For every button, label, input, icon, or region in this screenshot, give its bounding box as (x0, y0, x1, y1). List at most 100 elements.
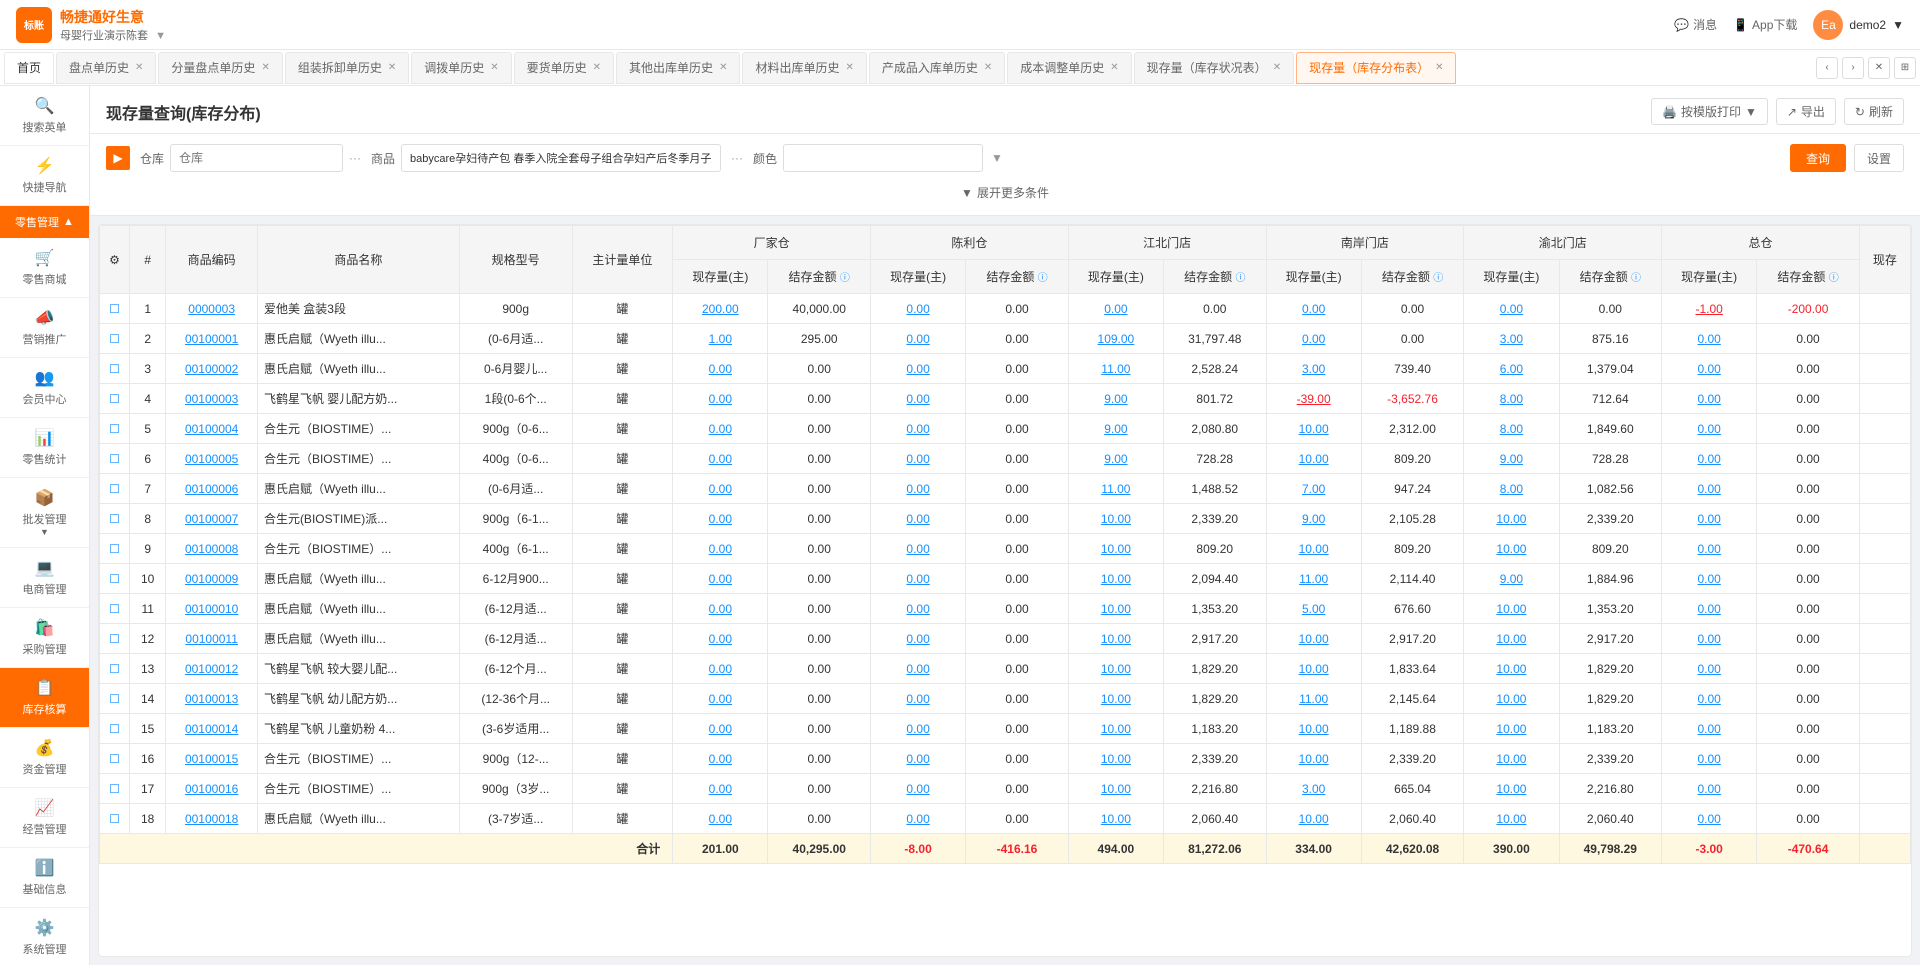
tab-home[interactable]: 首页 (4, 52, 54, 84)
sidebar-item-finance[interactable]: 💰 资金管理 (0, 728, 89, 788)
sidebar-item-quick-nav[interactable]: ⚡ 快捷导航 (0, 146, 89, 206)
th-goods-name: 商品名称 (257, 226, 459, 294)
sidebar-item-purchase[interactable]: 🛍️ 采购管理 (0, 608, 89, 668)
sidebar-item-basic[interactable]: ℹ️ 基础信息 (0, 848, 89, 908)
cell-checkbox[interactable]: ☐ (100, 804, 130, 834)
sidebar-item-wholesale[interactable]: 📦 批发管理 ▼ (0, 478, 89, 548)
shop-icon: 🛒 (4, 248, 85, 268)
tab-close-other-out[interactable]: ✕ (719, 62, 727, 73)
cell-jb-amount: 0.00 (1163, 294, 1266, 324)
tab-close-stock-status[interactable]: ✕ (1273, 62, 1281, 73)
export-btn[interactable]: ↗ 导出 (1776, 98, 1836, 125)
sidebar-item-retail-stats[interactable]: 📊 零售统计 (0, 418, 89, 478)
tab-stock-status[interactable]: 现存量（库存状况表） ✕ (1134, 52, 1294, 84)
cell-yb-amount: 1,829.20 (1559, 684, 1662, 714)
sidebar-item-retail-mgmt[interactable]: 零售管理 ▲ (0, 206, 89, 238)
tab-close-order[interactable]: ✕ (593, 62, 601, 73)
expand-conditions-btn[interactable]: ▼ 展开更多条件 (953, 180, 1057, 205)
cell-unit: 罐 (572, 624, 673, 654)
tab-close-stock-dist[interactable]: ✕ (1435, 62, 1443, 73)
cell-t-stock: -1.00 (1662, 294, 1757, 324)
cell-spec: 6-12月900... (459, 564, 572, 594)
sidebar-item-inventory[interactable]: 📋 库存核算 (0, 668, 89, 728)
warehouse-input[interactable] (170, 144, 343, 172)
tab-close-material-out[interactable]: ✕ (845, 62, 853, 73)
tab-next-btn[interactable]: › (1842, 57, 1864, 79)
cell-checkbox[interactable]: ☐ (100, 384, 130, 414)
user-info[interactable]: Ea demo2 ▼ (1813, 10, 1904, 40)
tab-close-cost-adj[interactable]: ✕ (1110, 62, 1118, 73)
sidebar-item-marketing[interactable]: 📣 营销推广 (0, 298, 89, 358)
sidebar-item-ecommerce[interactable]: 💻 电商管理 (0, 548, 89, 608)
cell-checkbox[interactable]: ☐ (100, 444, 130, 474)
warehouse-more-btn[interactable]: ··· (349, 151, 361, 165)
tab-combo-split[interactable]: 组装拆卸单历史 ✕ (285, 52, 409, 84)
table-row: ☐ 1 0000003 爱他美 盒装3段 900g 罐 200.00 40,00… (100, 294, 1911, 324)
cell-f-stock: 200.00 (673, 294, 768, 324)
refresh-btn[interactable]: ↻ 刷新 (1844, 98, 1904, 125)
print-btn[interactable]: 🖨️ 按模版打印 ▼ (1651, 98, 1768, 125)
cell-checkbox[interactable]: ☐ (100, 504, 130, 534)
tab-product-in[interactable]: 产成品入库单历史 ✕ (869, 52, 1005, 84)
tab-material-out[interactable]: 材料出库单历史 ✕ (742, 52, 866, 84)
table-row: ☐ 10 00100009 惠氏启赋（Wyeth illu... 6-12月90… (100, 564, 1911, 594)
sidebar-item-search[interactable]: 🔍 搜索英单 (0, 86, 89, 146)
tab-order[interactable]: 要货单历史 ✕ (514, 52, 614, 84)
cell-yb-stock: 10.00 (1464, 504, 1559, 534)
tab-other-out[interactable]: 其他出库单历史 ✕ (616, 52, 740, 84)
tab-close-stock-single[interactable]: ✕ (135, 62, 143, 73)
app-download-btn[interactable]: 📱 App下载 (1733, 16, 1797, 33)
tab-stock-single[interactable]: 盘点单历史 ✕ (56, 52, 156, 84)
cell-checkbox[interactable]: ☐ (100, 654, 130, 684)
goods-input[interactable] (401, 144, 721, 172)
action-buttons: 查询 设置 (1790, 144, 1904, 172)
th-gear[interactable]: ⚙ (100, 226, 130, 294)
tab-cost-adj[interactable]: 成本调整单历史 ✕ (1007, 52, 1131, 84)
cell-checkbox[interactable]: ☐ (100, 624, 130, 654)
cell-checkbox[interactable]: ☐ (100, 474, 130, 504)
cell-checkbox[interactable]: ☐ (100, 714, 130, 744)
tab-menu-btn[interactable]: ⊞ (1894, 57, 1916, 79)
tab-close-branch-stock[interactable]: ✕ (261, 62, 269, 73)
cell-current (1859, 444, 1910, 474)
cell-f-amount: 0.00 (768, 624, 871, 654)
tab-close-product-in[interactable]: ✕ (984, 62, 992, 73)
message-btn[interactable]: 💬 消息 (1674, 16, 1717, 33)
cell-name: 惠氏启赋（Wyeth illu... (257, 474, 459, 504)
tab-adjust[interactable]: 调拨单历史 ✕ (411, 52, 511, 84)
cell-code: 00100002 (166, 354, 258, 384)
sidebar-item-operations[interactable]: 📈 经营管理 (0, 788, 89, 848)
cell-c-stock: 0.00 (871, 534, 966, 564)
cell-checkbox[interactable]: ☐ (100, 684, 130, 714)
cell-checkbox[interactable]: ☐ (100, 564, 130, 594)
cell-jb-stock: 10.00 (1068, 624, 1163, 654)
cell-unit: 罐 (572, 714, 673, 744)
cell-checkbox[interactable]: ☐ (100, 294, 130, 324)
color-input[interactable] (783, 144, 983, 172)
query-btn[interactable]: 查询 (1790, 144, 1846, 172)
cell-t-amount: 0.00 (1757, 444, 1860, 474)
cell-checkbox[interactable]: ☐ (100, 744, 130, 774)
setting-btn[interactable]: 设置 (1854, 144, 1904, 172)
tab-prev-btn[interactable]: ‹ (1816, 57, 1838, 79)
sidebar-item-member[interactable]: 👥 会员中心 (0, 358, 89, 418)
cell-jb-stock: 11.00 (1068, 474, 1163, 504)
tab-close-adjust[interactable]: ✕ (490, 62, 498, 73)
cell-checkbox[interactable]: ☐ (100, 774, 130, 804)
sidebar-item-system[interactable]: ⚙️ 系统管理 (0, 908, 89, 965)
cell-checkbox[interactable]: ☐ (100, 354, 130, 384)
tab-stock-dist[interactable]: 现存量（库存分布表） ✕ (1296, 52, 1456, 84)
cell-checkbox[interactable]: ☐ (100, 414, 130, 444)
tab-close-combo-split[interactable]: ✕ (388, 62, 396, 73)
cell-checkbox[interactable]: ☐ (100, 594, 130, 624)
goods-more-btn[interactable]: ··· (731, 151, 743, 165)
cell-checkbox[interactable]: ☐ (100, 324, 130, 354)
cell-f-amount: 0.00 (768, 474, 871, 504)
sidebar-item-retail-shop[interactable]: 🛒 零售商城 (0, 238, 89, 298)
cell-checkbox[interactable]: ☐ (100, 534, 130, 564)
tab-close-all-btn[interactable]: ✕ (1868, 57, 1890, 79)
cell-f-amount: 0.00 (768, 774, 871, 804)
tab-branch-stock[interactable]: 分量盘点单历史 ✕ (158, 52, 282, 84)
cell-spec: (12-36个月... (459, 684, 572, 714)
filter-toggle-btn[interactable]: ▶ (106, 146, 130, 170)
